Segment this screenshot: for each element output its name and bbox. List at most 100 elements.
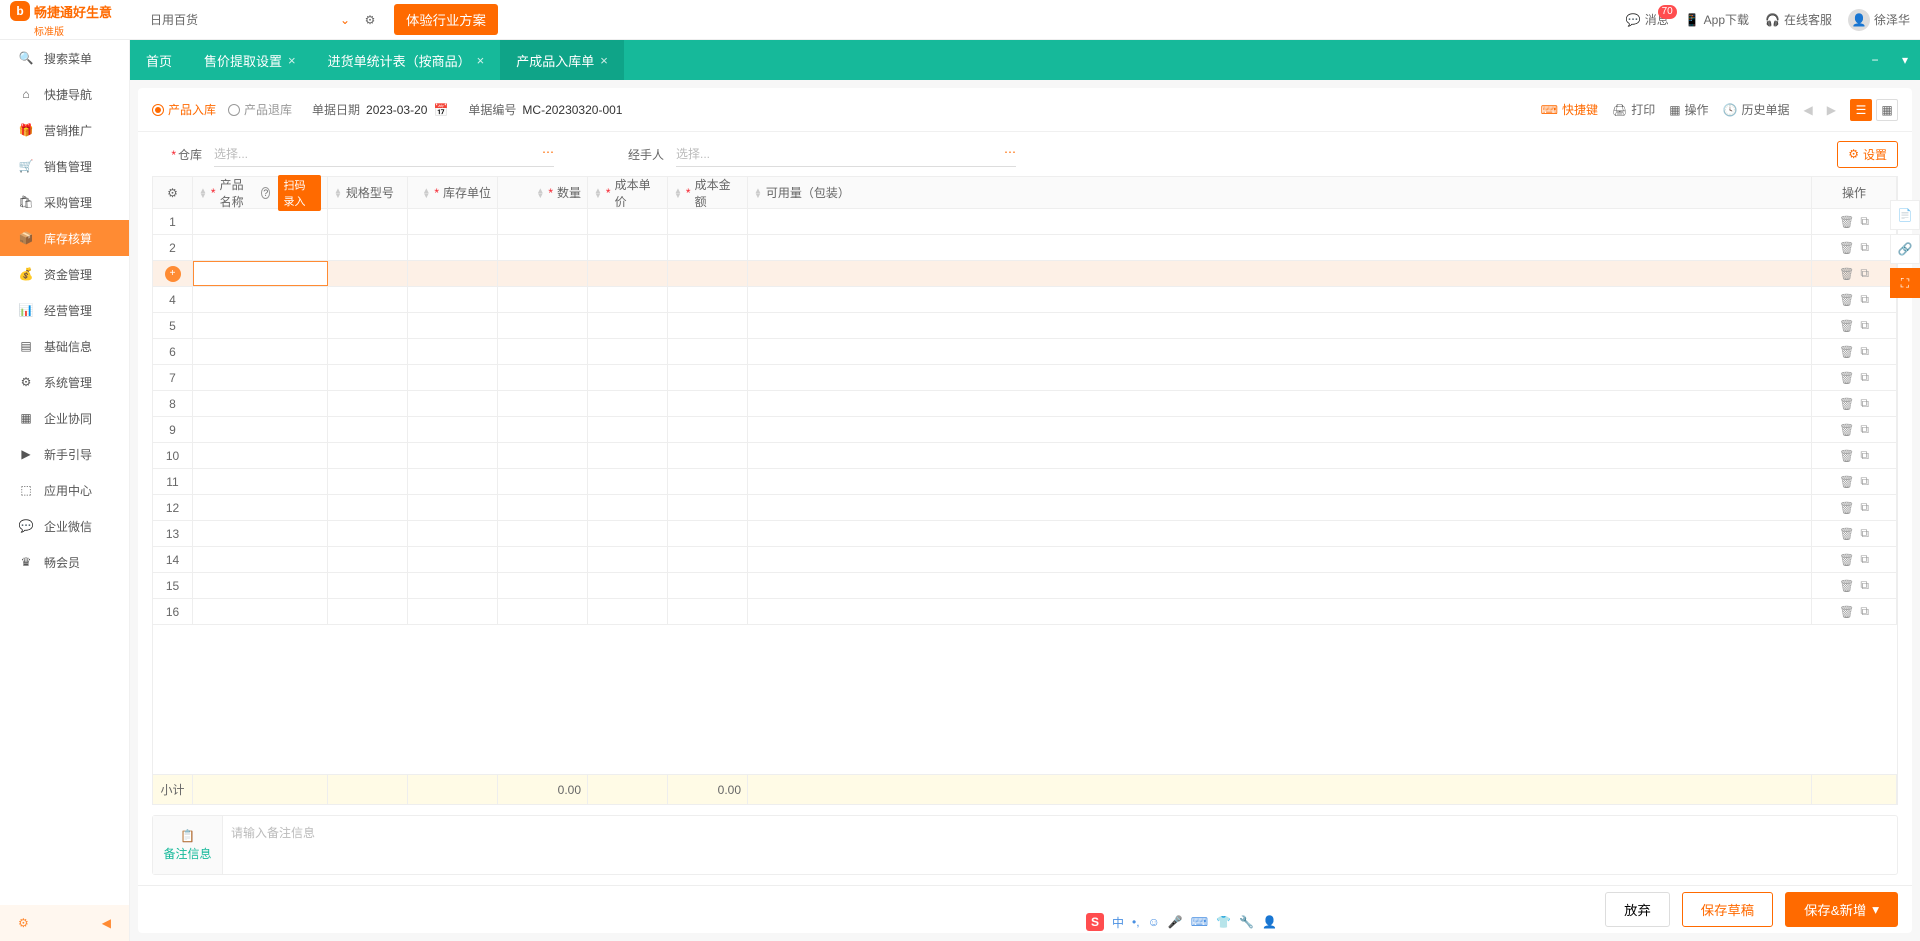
table-row[interactable]: 7🗑⧉ [153,365,1897,391]
table-row[interactable]: 2🗑⧉ [153,235,1897,261]
cell-available[interactable] [748,521,1812,546]
cell-unit[interactable] [408,573,498,598]
sidebar-item-business[interactable]: 📊经营管理 [0,292,129,328]
sidebar-item-sales[interactable]: 🛒销售管理 [0,148,129,184]
sidebar-item-system[interactable]: ⚙系统管理 [0,364,129,400]
cell-amount[interactable] [668,547,748,572]
copy-icon[interactable]: ⧉ [1860,396,1869,411]
cell-unit[interactable] [408,209,498,234]
th-qty[interactable]: ▲▼*数量 [498,177,588,208]
cell-amount[interactable] [668,573,748,598]
cell-spec[interactable] [328,365,408,390]
tab-home[interactable]: 首页 [130,40,188,80]
copy-icon[interactable]: ⧉ [1860,214,1869,229]
table-row[interactable]: +🗑⧉ [153,261,1897,287]
cell-amount[interactable] [668,417,748,442]
cell-amount[interactable] [668,365,748,390]
more-icon[interactable]: ⋯ [542,145,554,159]
cell-unit[interactable] [408,339,498,364]
online-service-button[interactable]: 🎧 在线客服 [1765,11,1832,28]
cell-product[interactable] [193,547,328,572]
cell-unit[interactable] [408,235,498,260]
warehouse-select[interactable]: 选择...⋯ [214,141,554,167]
add-row-button[interactable]: + [165,266,181,282]
cell-price[interactable] [588,573,668,598]
sidebar-item-purchase[interactable]: 🛍采购管理 [0,184,129,220]
cell-amount[interactable] [668,235,748,260]
cell-spec[interactable] [328,313,408,338]
sidebar-item-base[interactable]: ▤基础信息 [0,328,129,364]
table-row[interactable]: 14🗑⧉ [153,547,1897,573]
cell-qty[interactable] [498,417,588,442]
close-icon[interactable]: × [477,53,485,68]
copy-icon[interactable]: ⧉ [1860,318,1869,333]
cell-price[interactable] [588,313,668,338]
th-price[interactable]: ▲▼*成本单价 [588,177,668,208]
cell-qty[interactable] [498,547,588,572]
cell-product[interactable] [193,599,328,624]
cell-unit[interactable] [408,417,498,442]
rail-link-button[interactable]: 🔗 [1890,234,1920,264]
print-button[interactable]: 🖨打印 [1612,101,1655,118]
table-row[interactable]: 4🗑⧉ [153,287,1897,313]
cell-amount[interactable] [668,313,748,338]
sidebar-item-appcenter[interactable]: ⬚应用中心 [0,472,129,508]
copy-icon[interactable]: ⧉ [1860,552,1869,567]
sidebar-item-finance[interactable]: 💰资金管理 [0,256,129,292]
ime-tool-icon[interactable]: 🔧 [1239,915,1254,929]
view-list-button[interactable]: ☰ [1850,99,1872,121]
cell-price[interactable] [588,287,668,312]
copy-icon[interactable]: ⧉ [1860,448,1869,463]
cell-qty[interactable] [498,521,588,546]
delete-icon[interactable]: 🗑 [1839,553,1854,567]
cell-amount[interactable] [668,599,748,624]
ime-mode[interactable]: 中 [1112,914,1124,931]
cell-product[interactable] [193,287,328,312]
cell-available[interactable] [748,261,1812,286]
cell-amount[interactable] [668,469,748,494]
discard-button[interactable]: 放弃 [1605,892,1670,927]
cell-qty[interactable] [498,287,588,312]
table-row[interactable]: 13🗑⧉ [153,521,1897,547]
cell-qty[interactable] [498,365,588,390]
cell-unit[interactable] [408,599,498,624]
delete-icon[interactable]: 🗑 [1839,397,1854,411]
table-row[interactable]: 11🗑⧉ [153,469,1897,495]
cell-product[interactable] [193,313,328,338]
cell-amount[interactable] [668,287,748,312]
delete-icon[interactable]: 🗑 [1839,371,1854,385]
save-draft-button[interactable]: 保存草稿 [1682,892,1773,927]
ime-emoji-icon[interactable]: ☺ [1148,915,1160,929]
copy-icon[interactable]: ⧉ [1860,422,1869,437]
cell-product[interactable] [193,261,328,286]
table-row[interactable]: 1🗑⧉ [153,209,1897,235]
cell-unit[interactable] [408,521,498,546]
cell-price[interactable] [588,469,668,494]
sidebar-item-quicknav[interactable]: ⌂快捷导航 [0,76,129,112]
table-row[interactable]: 10🗑⧉ [153,443,1897,469]
cell-spec[interactable] [328,495,408,520]
delete-icon[interactable]: 🗑 [1839,527,1854,541]
cell-qty[interactable] [498,235,588,260]
cell-price[interactable] [588,391,668,416]
ime-skin-icon[interactable]: 👕 [1216,915,1231,929]
ime-keyboard-icon[interactable]: ⌨ [1191,915,1208,929]
cell-product[interactable] [193,209,328,234]
cell-product[interactable] [193,365,328,390]
delete-icon[interactable]: 🗑 [1839,423,1854,437]
cell-amount[interactable] [668,261,748,286]
cell-unit[interactable] [408,495,498,520]
table-row[interactable]: 16🗑⧉ [153,599,1897,625]
cell-amount[interactable] [668,339,748,364]
remark-input[interactable]: 请输入备注信息 [223,816,1897,874]
cell-spec[interactable] [328,443,408,468]
cell-available[interactable] [748,235,1812,260]
cell-product[interactable] [193,417,328,442]
calendar-icon[interactable]: 📅 [433,103,448,117]
table-row[interactable]: 5🗑⧉ [153,313,1897,339]
delete-icon[interactable]: 🗑 [1839,319,1854,333]
cell-available[interactable] [748,313,1812,338]
messages-button[interactable]: 💬 消息 70 [1626,11,1669,28]
table-row[interactable]: 12🗑⧉ [153,495,1897,521]
cell-available[interactable] [748,287,1812,312]
